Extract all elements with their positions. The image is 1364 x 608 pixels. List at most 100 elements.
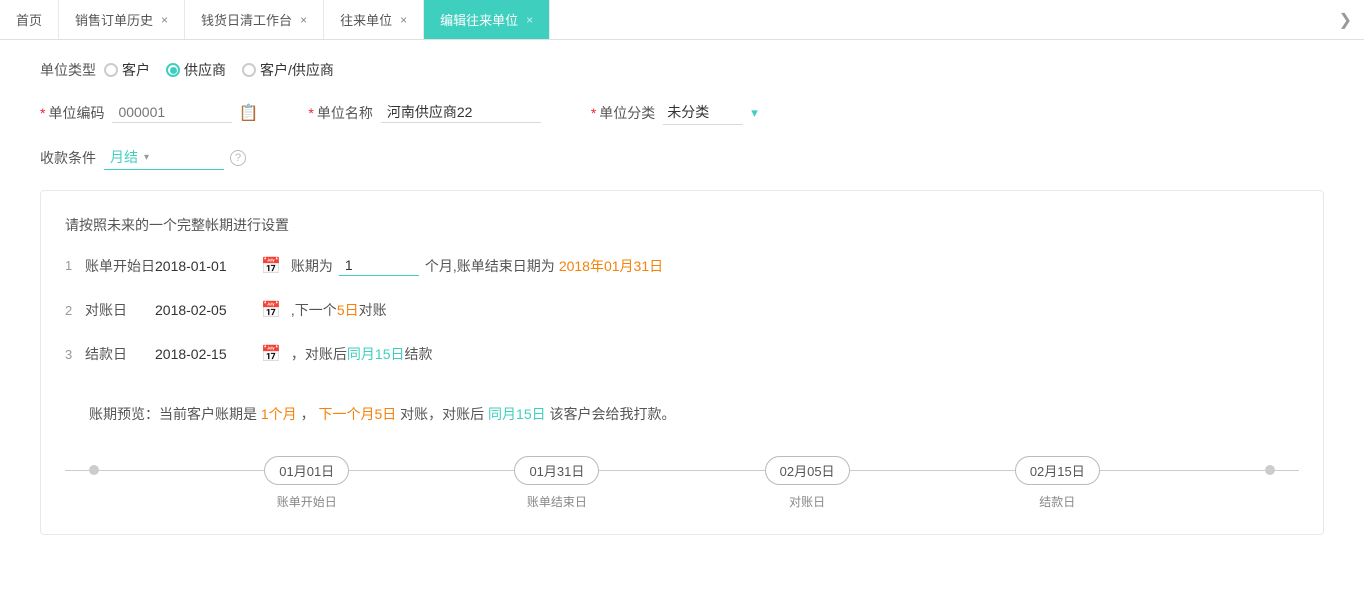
copy-icon[interactable]: 📋	[238, 103, 258, 123]
timeline-badge-3: 02月05日	[765, 456, 850, 485]
timeline-label-2: 账单结束日	[527, 493, 587, 510]
tab-cashier-workbench[interactable]: 钱货日清工作台 ×	[185, 0, 324, 39]
radio-customer-label: 客户	[122, 60, 150, 80]
unit-code-input[interactable]	[112, 102, 232, 123]
preview-item1: 1个月	[261, 406, 297, 422]
period-row-2-cal-icon[interactable]: 📅	[261, 300, 281, 320]
radio-supplier-circle	[166, 63, 180, 77]
main-content: 单位类型 客户 供应商 客户/供应商	[0, 40, 1364, 608]
tab-edit-partner[interactable]: 编辑往来单位 ×	[424, 0, 550, 39]
period-row-2-label: 对账日	[85, 300, 155, 320]
period-row-3-desc-prefix: ，对账后	[291, 344, 347, 364]
radio-customer-circle	[104, 63, 118, 77]
payment-select[interactable]: 月结 ▾	[104, 145, 224, 170]
period-row-3: 3 结款日 2018-02-15 📅 ，对账后 同月15日 结款	[65, 344, 1299, 364]
payment-item: 收款条件 月结 ▾ ?	[40, 145, 246, 170]
period-row-2: 2 对账日 2018-02-05 📅 ,下一个 5日 对账	[65, 300, 1299, 320]
unit-name-item: 单位名称	[308, 102, 540, 123]
preview-item3: 同月15日	[488, 406, 546, 422]
unit-name-input[interactable]	[381, 102, 541, 123]
period-row-3-date: 2018-02-15	[155, 346, 255, 362]
preview-section: 账期预览：当前客户账期是 1个月 ， 下一个月5日 对账，对账后 同月15日 该…	[65, 388, 1299, 440]
period-row-3-highlight: 同月15日	[347, 344, 405, 364]
period-box-title: 请按照未来的一个完整帐期进行设置	[65, 215, 1299, 235]
radio-supplier[interactable]: 供应商	[166, 60, 226, 80]
period-row-1-desc-suffix: 个月,账单结束日期为	[425, 256, 555, 276]
code-name-row: 单位编码 📋 单位名称 单位分类 未分类 ▾	[40, 100, 1324, 125]
timeline-node-3: 02月05日 对账日	[765, 456, 850, 510]
period-box: 请按照未来的一个完整帐期进行设置 1 账单开始日 2018-01-01 📅 账期…	[40, 190, 1324, 535]
timeline-label-3: 对账日	[789, 493, 825, 510]
preview-text3: 该客户会给我打款。	[550, 406, 676, 422]
radio-customer[interactable]: 客户	[104, 60, 150, 80]
period-row-1-highlight: 2018年01月31日	[559, 256, 663, 276]
preview-text2: 对账，对账后	[400, 406, 484, 422]
unit-type-radio-group: 客户 供应商 客户/供应商	[104, 60, 334, 80]
period-row-1-cal-icon[interactable]: 📅	[261, 256, 281, 276]
period-row-3-cal-icon[interactable]: 📅	[261, 344, 281, 364]
close-partner-units[interactable]: ×	[400, 13, 407, 27]
period-row-1-desc-prefix: 账期为	[291, 256, 333, 276]
tab-partner-units-label: 往来单位	[340, 10, 392, 29]
tab-more-button[interactable]: ❯	[1327, 10, 1364, 30]
timeline-badge-2: 01月31日	[514, 456, 599, 485]
timeline-badge-1: 01月01日	[264, 456, 349, 485]
period-row-2-desc-prefix: ,下一个	[291, 300, 337, 320]
radio-supplier-label: 供应商	[184, 60, 226, 80]
payment-label: 收款条件	[40, 148, 96, 168]
unit-code-item: 单位编码 📋	[40, 102, 258, 123]
unit-class-item: 单位分类 未分类 ▾	[591, 100, 891, 125]
close-edit-partner[interactable]: ×	[526, 13, 533, 27]
unit-name-label: 单位名称	[308, 103, 372, 123]
payment-chevron-icon: ▾	[144, 152, 149, 163]
period-row-3-desc: ，对账后 同月15日 结款	[291, 344, 433, 364]
period-row-1-desc: 账期为 个月,账单结束日期为 2018年01月31日	[291, 255, 663, 276]
timeline-node-4: 02月15日 结款日	[1015, 456, 1100, 510]
tab-cashier-workbench-label: 钱货日清工作台	[201, 10, 292, 29]
payment-value: 月结	[110, 147, 138, 167]
unit-code-label: 单位编码	[40, 103, 104, 123]
unit-class-label: 单位分类	[591, 103, 655, 123]
tab-home-label: 首页	[16, 10, 42, 29]
period-row-1-label: 账单开始日	[85, 256, 155, 276]
tab-sales-history[interactable]: 销售订单历史 ×	[59, 0, 185, 39]
unit-type-label: 单位类型	[40, 60, 96, 80]
close-sales-history[interactable]: ×	[161, 13, 168, 27]
timeline-badge-4: 02月15日	[1015, 456, 1100, 485]
close-cashier-workbench[interactable]: ×	[300, 13, 307, 27]
radio-both-circle	[242, 63, 256, 77]
chevron-down-icon: ▾	[751, 105, 891, 121]
period-row-1: 1 账单开始日 2018-01-01 📅 账期为 个月,账单结束日期为 2018…	[65, 255, 1299, 276]
preview-label: 账期预览：当前客户账期是	[89, 406, 257, 422]
radio-both[interactable]: 客户/供应商	[242, 60, 334, 80]
tab-home[interactable]: 首页	[0, 0, 59, 39]
tab-bar: 首页 销售订单历史 × 钱货日清工作台 × 往来单位 × 编辑往来单位 × ❯	[0, 0, 1364, 40]
period-row-1-date: 2018-01-01	[155, 258, 255, 274]
timeline-label-4: 结款日	[1039, 493, 1075, 510]
tab-edit-partner-label: 编辑往来单位	[440, 10, 518, 29]
tab-sales-history-label: 销售订单历史	[75, 10, 153, 29]
help-icon[interactable]: ?	[230, 150, 246, 166]
timeline-end-dot	[1265, 465, 1275, 475]
period-row-3-label: 结款日	[85, 344, 155, 364]
period-row-3-num: 3	[65, 347, 85, 362]
period-row-2-desc: ,下一个 5日 对账	[291, 300, 387, 320]
preview-item2: 下一个月5日	[318, 406, 396, 422]
timeline-label-1: 账单开始日	[277, 493, 337, 510]
unit-class-value: 未分类	[663, 100, 743, 125]
period-row-1-num: 1	[65, 258, 85, 273]
timeline-node-2: 01月31日 账单结束日	[514, 456, 599, 510]
preview-text1: ，	[301, 406, 315, 422]
period-row-3-desc-suffix: 结款	[405, 344, 433, 364]
period-num-input[interactable]	[339, 255, 419, 276]
tab-partner-units[interactable]: 往来单位 ×	[324, 0, 424, 39]
period-row-2-num: 2	[65, 303, 85, 318]
unit-type-row: 单位类型 客户 供应商 客户/供应商	[40, 60, 1324, 80]
timeline-items: 01月01日 账单开始日 01月31日 账单结束日 02月05日 对账日	[89, 456, 1275, 510]
unit-class-select[interactable]: 未分类 ▾	[663, 100, 891, 125]
period-row-2-date: 2018-02-05	[155, 302, 255, 318]
timeline-start-dot	[89, 465, 99, 475]
payment-row: 收款条件 月结 ▾ ?	[40, 145, 1324, 170]
unit-type-item: 单位类型 客户 供应商 客户/供应商	[40, 60, 334, 80]
radio-both-label: 客户/供应商	[260, 60, 334, 80]
